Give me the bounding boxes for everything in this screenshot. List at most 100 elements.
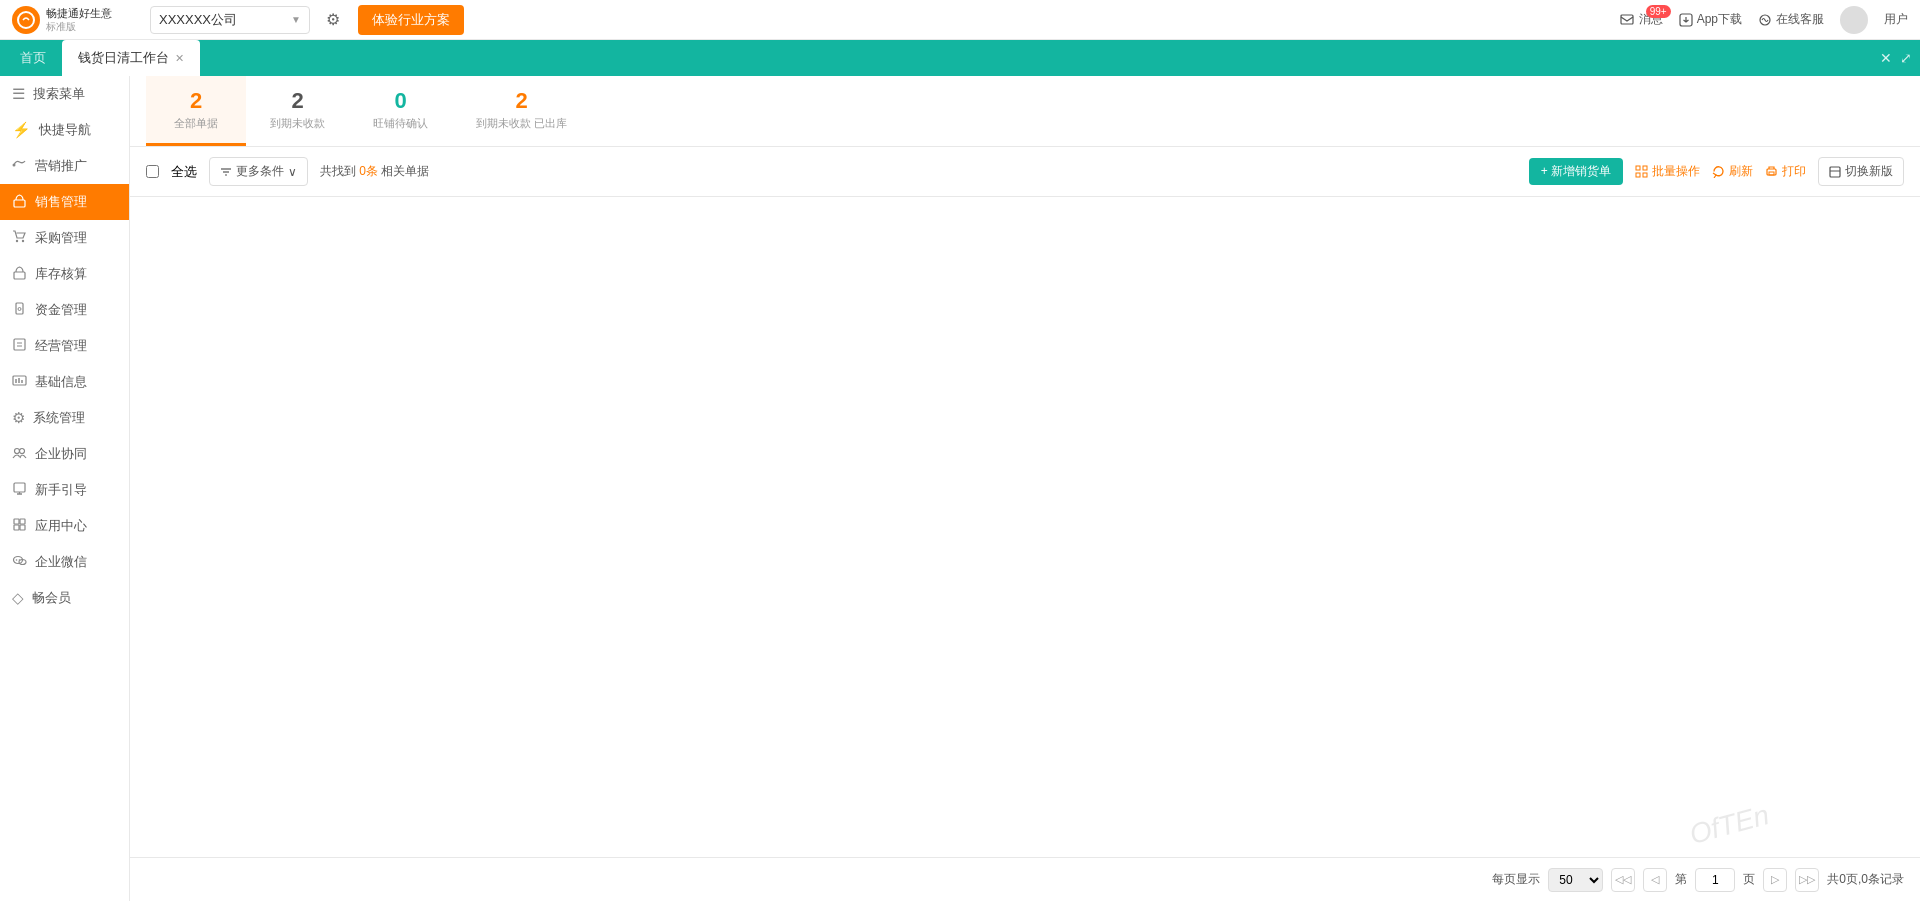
more-filters-button[interactable]: 更多条件 ∨ — [209, 157, 308, 186]
svg-rect-35 — [1643, 166, 1647, 170]
next-page-button[interactable]: ▷ — [1763, 868, 1787, 892]
logo-text: 畅捷通好生意 标准版 — [46, 6, 112, 33]
svg-rect-26 — [20, 525, 25, 530]
sidebar-label-wechat: 企业微信 — [35, 553, 87, 571]
sidebar-item-cooperation[interactable]: 企业协同 — [0, 436, 129, 472]
header-right: 消息 99+ App下载 在线客服 用户 — [1619, 6, 1908, 34]
select-all-checkbox[interactable] — [146, 165, 159, 178]
stat-overdue-shipped-number: 2 — [515, 88, 527, 114]
message-action[interactable]: 消息 99+ — [1619, 11, 1663, 28]
add-sale-order-button[interactable]: + 新增销货单 — [1529, 158, 1623, 185]
marketing-icon — [12, 157, 27, 175]
company-selector[interactable]: XXXXXX公司 ▼ — [150, 6, 310, 34]
sidebar-item-member[interactable]: ◇ 畅会员 — [0, 580, 129, 616]
finance-icon — [12, 301, 27, 319]
sidebar-item-finance[interactable]: 资金管理 — [0, 292, 129, 328]
batch-operation-button[interactable]: 批量操作 — [1635, 163, 1700, 180]
sidebar-item-purchase[interactable]: 采购管理 — [0, 220, 129, 256]
sidebar-item-app-center[interactable]: 应用中心 — [0, 508, 129, 544]
print-button[interactable]: 打印 — [1765, 163, 1806, 180]
sidebar-item-newbie[interactable]: 新手引导 — [0, 472, 129, 508]
page-size-select[interactable]: 50 100 200 — [1548, 868, 1603, 892]
svg-rect-9 — [16, 303, 23, 314]
search-menu-icon: ☰ — [12, 85, 25, 103]
tab-bar: 首页 钱货日清工作台 ✕ ✕ ⤢ — [0, 40, 1920, 76]
sidebar-item-operations[interactable]: 经营管理 — [0, 328, 129, 364]
page-input[interactable] — [1695, 868, 1735, 892]
stat-overdue-shipped-label: 到期未收款 已出库 — [476, 116, 567, 131]
svg-point-6 — [16, 240, 18, 242]
company-name: XXXXXX公司 — [159, 11, 287, 29]
tab-expand-icon[interactable]: ⤢ — [1900, 50, 1912, 66]
message-badge: 99+ — [1646, 5, 1671, 18]
svg-point-19 — [20, 449, 25, 454]
last-page-button[interactable]: ▷▷ — [1795, 868, 1819, 892]
stat-tab-overdue-shipped[interactable]: 2 到期未收款 已出库 — [452, 76, 591, 146]
avatar[interactable] — [1840, 6, 1868, 34]
tab-close-window-icon[interactable]: ✕ — [1880, 50, 1892, 66]
stat-overdue-number: 2 — [291, 88, 303, 114]
toolbar: 全选 更多条件 ∨ 共找到 0条 相关单据 + 新增销货单 批量操作 — [130, 147, 1920, 197]
select-all-label: 全选 — [171, 163, 197, 181]
svg-point-0 — [18, 12, 34, 28]
svg-rect-37 — [1643, 173, 1647, 177]
sidebar-label-marketing: 营销推广 — [35, 157, 87, 175]
refresh-button[interactable]: 刷新 — [1712, 163, 1753, 180]
svg-point-4 — [13, 164, 16, 167]
content-area: 2 全部单据 2 到期未收款 0 旺铺待确认 2 到期未收款 已出库 全选 更多… — [130, 76, 1920, 901]
main-layout: ☰ 搜索菜单 ⚡ 快捷导航 营销推广 销售管理 采购管理 — [0, 76, 1920, 901]
sidebar-item-quick-nav[interactable]: ⚡ 快捷导航 — [0, 112, 129, 148]
svg-rect-36 — [1636, 173, 1640, 177]
more-filters-label: 更多条件 — [236, 163, 284, 180]
sidebar-label-purchase: 采购管理 — [35, 229, 87, 247]
switch-version-button[interactable]: 切换新版 — [1818, 157, 1904, 186]
svg-rect-39 — [1769, 172, 1774, 175]
app-download-label: App下载 — [1697, 11, 1742, 28]
sidebar-item-wechat[interactable]: 企业微信 — [0, 544, 129, 580]
found-count: 0条 — [359, 164, 378, 178]
sidebar: ☰ 搜索菜单 ⚡ 快捷导航 营销推广 销售管理 采购管理 — [0, 76, 130, 901]
sidebar-item-system[interactable]: ⚙ 系统管理 — [0, 400, 129, 436]
sidebar-item-inventory[interactable]: 库存核算 — [0, 256, 129, 292]
sidebar-label-cooperation: 企业协同 — [35, 445, 87, 463]
member-icon: ◇ — [12, 589, 24, 607]
tab-home[interactable]: 首页 — [4, 40, 62, 76]
sidebar-label-search-menu: 搜索菜单 — [33, 85, 85, 103]
sidebar-label-inventory: 库存核算 — [35, 265, 87, 283]
newbie-icon — [12, 481, 27, 499]
batch-label: 批量操作 — [1652, 163, 1700, 180]
sidebar-label-member: 畅会员 — [32, 589, 71, 607]
svg-rect-5 — [14, 200, 25, 207]
sidebar-item-marketing[interactable]: 营销推广 — [0, 148, 129, 184]
sidebar-item-search-menu[interactable]: ☰ 搜索菜单 — [0, 76, 129, 112]
app-download-action[interactable]: App下载 — [1679, 11, 1742, 28]
sidebar-label-operations: 经营管理 — [35, 337, 87, 355]
stat-tab-overdue[interactable]: 2 到期未收款 — [246, 76, 349, 146]
switch-label: 切换新版 — [1845, 163, 1893, 180]
sidebar-label-basic-info: 基础信息 — [35, 373, 87, 391]
svg-rect-8 — [14, 272, 25, 279]
svg-rect-24 — [20, 519, 25, 524]
svg-rect-1 — [1621, 15, 1633, 24]
tab-work-bench[interactable]: 钱货日清工作台 ✕ — [62, 40, 200, 76]
settings-icon[interactable]: ⚙ — [318, 5, 348, 35]
operations-icon — [12, 337, 27, 355]
stat-tab-pending[interactable]: 0 旺铺待确认 — [349, 76, 452, 146]
prev-page-button[interactable]: ◁ — [1643, 868, 1667, 892]
stat-overdue-label: 到期未收款 — [270, 116, 325, 131]
tab-close-icon[interactable]: ✕ — [175, 52, 184, 65]
app-center-icon — [12, 517, 27, 535]
print-icon — [1765, 165, 1778, 178]
page-size-label: 每页显示 — [1492, 871, 1540, 888]
sidebar-item-sales[interactable]: 销售管理 — [0, 184, 129, 220]
tab-bar-actions: ✕ ⤢ — [1880, 50, 1920, 66]
stat-tab-all[interactable]: 2 全部单据 — [146, 76, 246, 146]
sidebar-label-quick-nav: 快捷导航 — [39, 121, 91, 139]
page-of-label: 页 — [1743, 871, 1755, 888]
trial-button[interactable]: 体验行业方案 — [358, 5, 464, 35]
online-service-action[interactable]: 在线客服 — [1758, 11, 1824, 28]
first-page-button[interactable]: ◁◁ — [1611, 868, 1635, 892]
svg-point-18 — [15, 449, 20, 454]
sidebar-item-basic-info[interactable]: 基础信息 — [0, 364, 129, 400]
svg-point-28 — [16, 559, 18, 561]
